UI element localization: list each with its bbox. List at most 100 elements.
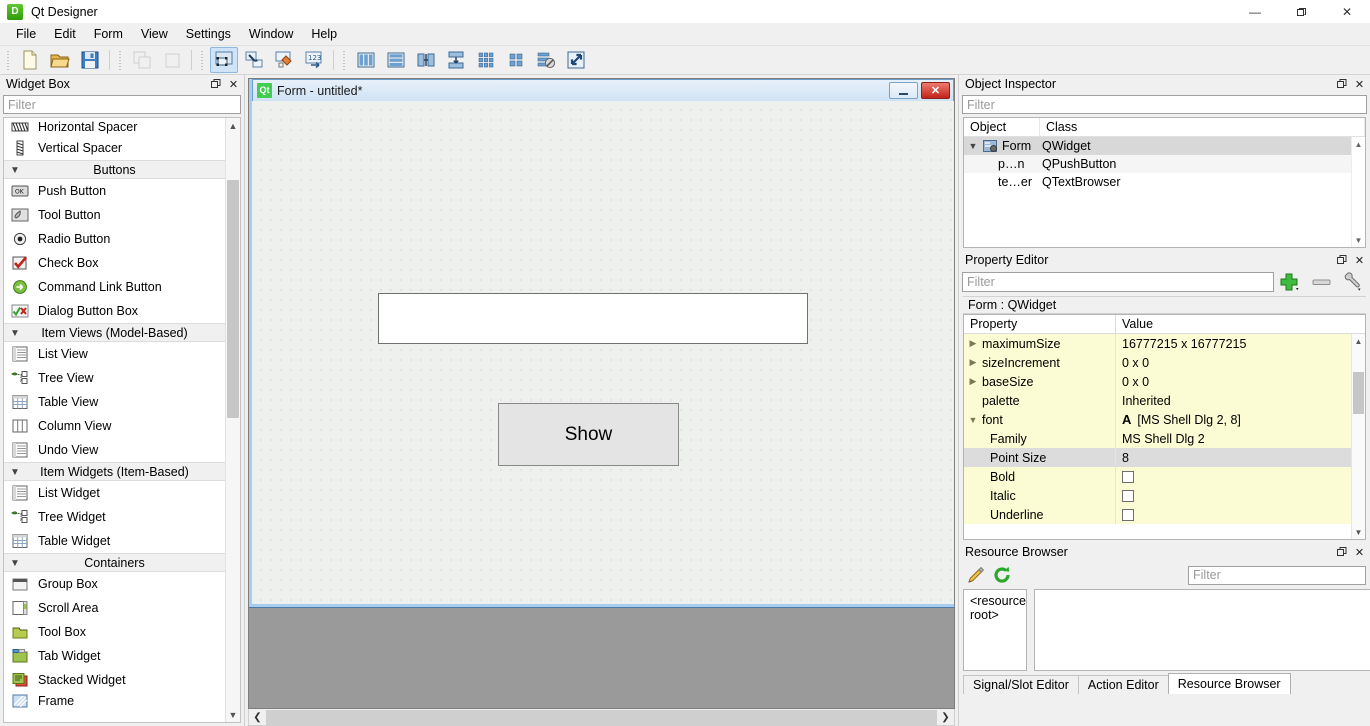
menu-edit[interactable]: Edit xyxy=(45,25,85,44)
property-value[interactable]: 8 xyxy=(1122,451,1129,465)
widget-box-scrollbar[interactable]: ▲ ▼ xyxy=(225,118,240,722)
chevron-down-icon[interactable]: ▼ xyxy=(964,141,982,151)
widget-box-item-column-view[interactable]: Column View xyxy=(4,414,225,438)
tab-action-editor[interactable]: Action Editor xyxy=(1077,675,1169,694)
layout-splitter-vertical-button[interactable] xyxy=(442,47,470,73)
table-row[interactable]: te…er QTextBrowser xyxy=(964,173,1365,191)
object-inspector-float-button[interactable] xyxy=(1334,77,1349,92)
widget-box-item-frame[interactable]: Frame xyxy=(4,692,225,710)
edit-signals-slots-button[interactable] xyxy=(240,47,268,73)
property-scroll-down-arrow[interactable]: ▼ xyxy=(1352,525,1365,539)
layout-vertically-button[interactable] xyxy=(382,47,410,73)
widget-box-item-radio-button[interactable]: Radio Button xyxy=(4,227,225,251)
widget-box-item-tab-widget[interactable]: Tab Widget xyxy=(4,644,225,668)
object-inspector-scroll-up-arrow[interactable]: ▲ xyxy=(1352,137,1365,151)
toolbar-grip-layout[interactable] xyxy=(341,49,348,71)
widget-box-group-containers[interactable]: ▼ Containers xyxy=(4,553,225,572)
mdi-scroll-left-arrow[interactable]: ❮ xyxy=(249,710,266,725)
widget-box-item-list-widget[interactable]: List Widget xyxy=(4,481,225,505)
property-checkbox[interactable] xyxy=(1122,508,1134,521)
undo-button[interactable] xyxy=(128,47,156,73)
widget-box-group-item-views-model-based[interactable]: ▼ Item Views (Model-Based) xyxy=(4,323,225,342)
table-row[interactable]: p…n QPushButton xyxy=(964,155,1365,173)
edit-widgets-button[interactable] xyxy=(210,47,238,73)
edit-tab-order-button[interactable]: 123 xyxy=(300,47,328,73)
widget-box-item-tool-box[interactable]: Tool Box xyxy=(4,620,225,644)
widget-box-item-scroll-area[interactable]: Scroll Area xyxy=(4,596,225,620)
redo-button[interactable] xyxy=(158,47,186,73)
widget-box-item-list-view[interactable]: List View xyxy=(4,342,225,366)
form-close-button[interactable]: ✕ xyxy=(921,82,950,99)
property-scroll-up-arrow[interactable]: ▲ xyxy=(1352,334,1365,348)
layout-splitter-horizontal-button[interactable] xyxy=(412,47,440,73)
property-editor-float-button[interactable] xyxy=(1334,253,1349,268)
property-value[interactable]: 0 x 0 xyxy=(1122,356,1149,370)
widget-box-filter-input[interactable]: Filter xyxy=(3,95,241,114)
widget-box-scroll-thumb[interactable] xyxy=(227,180,239,418)
chevron-right-icon[interactable]: ▶ xyxy=(964,338,982,349)
widget-box-item-stacked-widget[interactable]: Stacked Widget xyxy=(4,668,225,692)
property-row[interactable]: palette Inherited xyxy=(964,391,1365,410)
layout-form-button[interactable] xyxy=(502,47,530,73)
object-inspector-close-button[interactable]: ✕ xyxy=(1352,77,1367,92)
widget-box-item-check-box[interactable]: Check Box xyxy=(4,251,225,275)
property-scroll-thumb[interactable] xyxy=(1353,372,1364,414)
widget-box-item-tool-button[interactable]: Tool Button xyxy=(4,203,225,227)
property-editor-filter-input[interactable]: Filter xyxy=(962,272,1274,292)
remove-dynamic-property-button[interactable] xyxy=(1308,271,1336,293)
chevron-down-icon[interactable]: ▼ xyxy=(964,415,982,425)
show-button[interactable]: Show xyxy=(498,403,679,466)
widget-box-item-tree-view[interactable]: Tree View xyxy=(4,366,225,390)
widget-box-float-button[interactable] xyxy=(208,77,223,92)
resource-browser-float-button[interactable] xyxy=(1334,545,1349,560)
menu-view[interactable]: View xyxy=(132,25,177,44)
menu-window[interactable]: Window xyxy=(240,25,302,44)
chevron-right-icon[interactable]: ▶ xyxy=(964,357,982,368)
form-window[interactable]: Qt Form - untitled* ✕ Show xyxy=(249,79,954,607)
widget-box-item-command-link-button[interactable]: Command Link Button xyxy=(4,275,225,299)
property-editor-close-button[interactable]: ✕ xyxy=(1352,253,1367,268)
mdi-scroll-track[interactable] xyxy=(266,709,937,725)
widget-box-group-buttons[interactable]: ▼ Buttons xyxy=(4,160,225,179)
property-row[interactable]: ▶ baseSize 0 x 0 xyxy=(964,372,1365,391)
widget-box-item-dialog-button-box[interactable]: Dialog Button Box xyxy=(4,299,225,323)
toolbar-grip-mode[interactable] xyxy=(199,49,206,71)
property-row[interactable]: ▼ font A [MS Shell Dlg 2, 8] xyxy=(964,410,1365,429)
widget-box-close-button[interactable]: ✕ xyxy=(226,77,241,92)
toolbar-grip-edit[interactable] xyxy=(117,49,124,71)
property-value[interactable]: 0 x 0 xyxy=(1122,375,1149,389)
mdi-horizontal-scrollbar[interactable]: ❮ ❯ xyxy=(248,709,955,726)
property-row[interactable]: Family MS Shell Dlg 2 xyxy=(964,429,1365,448)
menu-file[interactable]: File xyxy=(7,25,45,44)
object-inspector-filter-input[interactable]: Filter xyxy=(962,95,1367,114)
property-row[interactable]: Italic xyxy=(964,486,1365,505)
new-form-button[interactable] xyxy=(16,47,44,73)
resource-browser-close-button[interactable]: ✕ xyxy=(1352,545,1367,560)
column-header-object[interactable]: Object xyxy=(964,118,1040,136)
property-value[interactable]: 16777215 x 16777215 xyxy=(1122,337,1246,351)
form-minimize-button[interactable] xyxy=(889,82,918,99)
resource-browser-filter-input[interactable]: Filter xyxy=(1188,565,1366,585)
column-header-property[interactable]: Property xyxy=(964,315,1116,333)
edit-resources-button[interactable] xyxy=(963,564,989,586)
chevron-right-icon[interactable]: ▶ xyxy=(964,376,982,387)
close-button[interactable]: ✕ xyxy=(1324,0,1370,24)
break-layout-button[interactable] xyxy=(532,47,560,73)
resource-tree-pane[interactable]: <resource root> xyxy=(963,589,1027,671)
layout-grid-button[interactable] xyxy=(472,47,500,73)
reload-resources-button[interactable] xyxy=(989,564,1015,586)
widget-box-item-push-button[interactable]: OK Push Button xyxy=(4,179,225,203)
widget-box-item-table-widget[interactable]: Table Widget xyxy=(4,529,225,553)
text-browser-widget[interactable] xyxy=(378,293,808,344)
widget-box-scroll-down-arrow[interactable]: ▼ xyxy=(226,707,240,722)
property-value[interactable]: MS Shell Dlg 2 xyxy=(1122,432,1205,446)
tab-resource-browser[interactable]: Resource Browser xyxy=(1167,673,1291,694)
save-form-button[interactable] xyxy=(76,47,104,73)
edit-buddies-button[interactable] xyxy=(270,47,298,73)
widget-box-item-group-box[interactable]: Group Box xyxy=(4,572,225,596)
adjust-size-button[interactable] xyxy=(562,47,590,73)
maximize-button[interactable] xyxy=(1278,0,1324,24)
property-value[interactable]: Inherited xyxy=(1122,394,1171,408)
object-inspector-scrollbar[interactable]: ▲ ▼ xyxy=(1351,137,1365,247)
table-row[interactable]: ▼ Form QWidget xyxy=(964,137,1365,155)
